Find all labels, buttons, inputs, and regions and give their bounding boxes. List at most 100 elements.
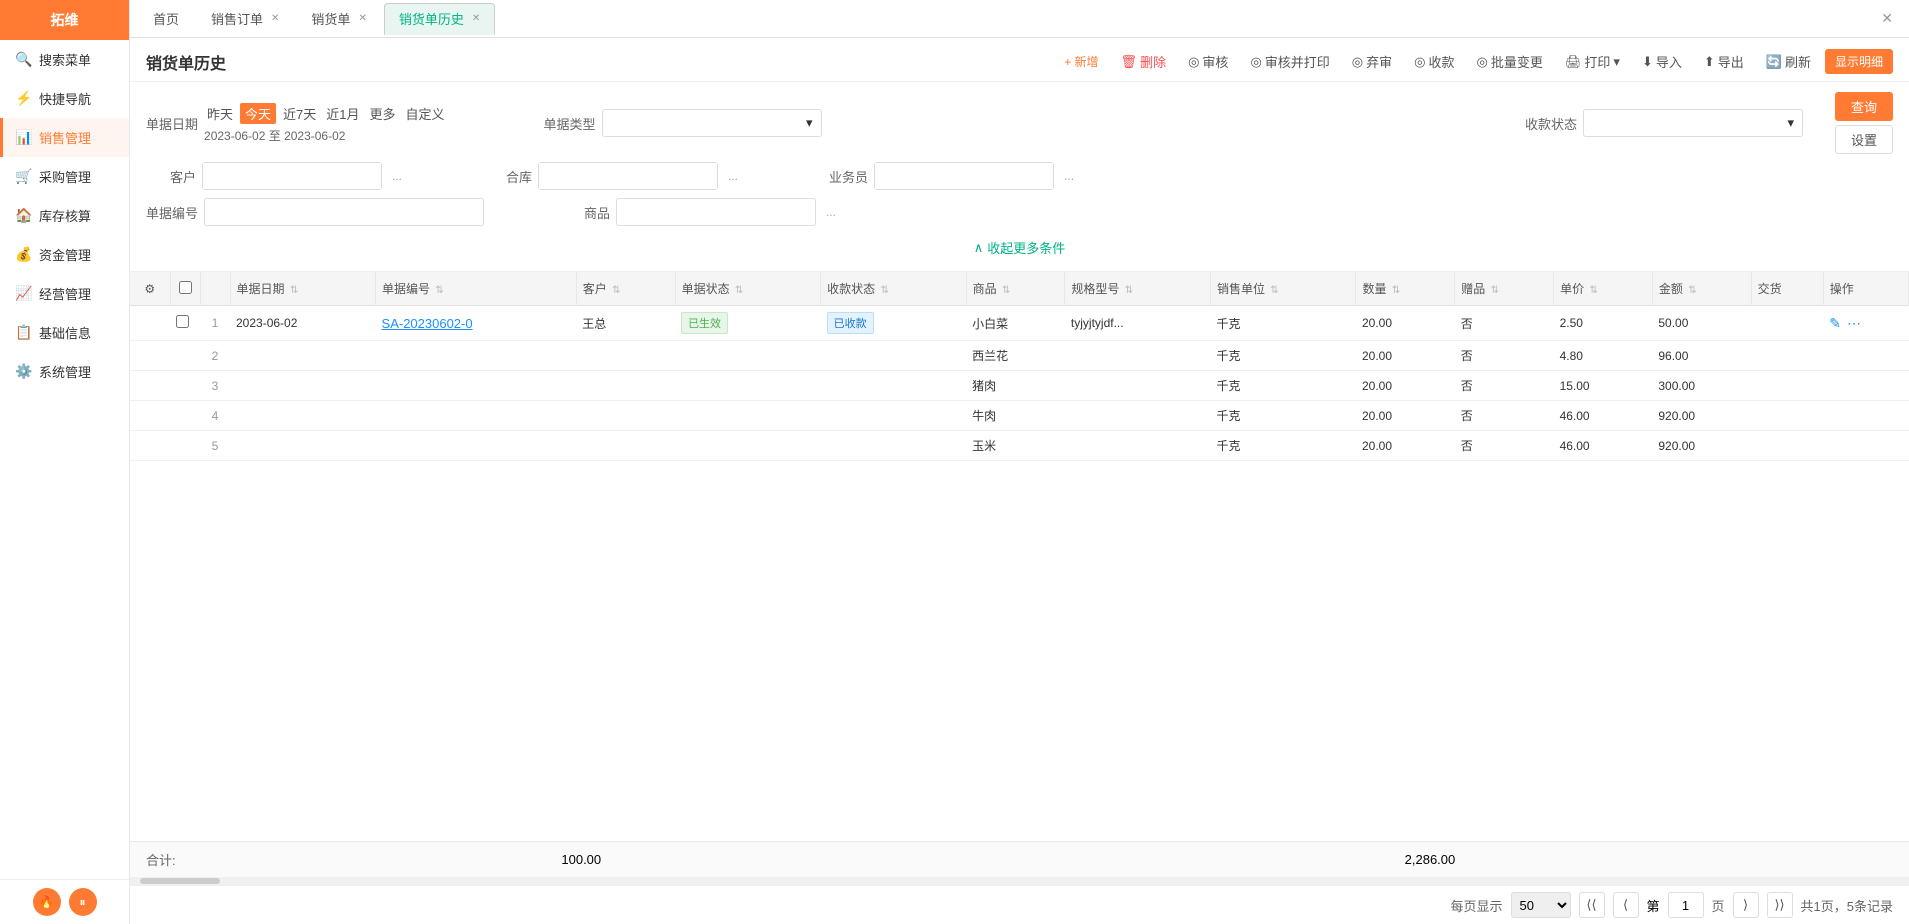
cell-goods: 小白菜 [966,306,1065,341]
refresh-button[interactable]: 🔄 刷新 [1758,48,1819,75]
sidebar-bottom-btn-2[interactable]: ⏸ [69,888,97,916]
th-settings[interactable]: ⚙ [130,272,170,306]
table-wrapper: ⚙ 单据日期 ⇅ 单据编号 ⇅ 客户 ⇅ 单据状态 ⇅ 收款状态 ⇅ 商品 ⇅ … [130,272,1909,841]
edit-icon[interactable]: ✎ [1829,315,1841,332]
total-label: 合计: [146,850,176,869]
scrollbar-row[interactable] [130,877,1909,885]
row-checkbox[interactable] [176,315,189,328]
date-shortcut-更多[interactable]: 更多 [367,103,399,124]
print-button[interactable]: 🖨 打印 ▾ [1557,48,1628,75]
th-spec-type[interactable]: 规格型号 ⇅ [1065,272,1211,306]
cell-checkbox[interactable] [170,431,200,461]
tab-sales-history[interactable]: 销货单历史 ✕ [384,3,495,35]
th-gift[interactable]: 赠品 ⇅ [1455,272,1554,306]
th-checkbox[interactable] [170,272,200,306]
more-icon[interactable]: ⋯ [1847,315,1861,332]
tab-home[interactable]: 首页 [138,3,194,35]
show-detail-button[interactable]: 显示明细 [1825,49,1893,74]
payment-status-select[interactable]: ▾ [1583,109,1803,137]
date-shortcuts-group: 昨天今天近7天近1月更多自定义 2023-06-02 至 2023-06-02 [204,103,448,144]
date-shortcut-近1月[interactable]: 近1月 [323,103,362,124]
scrollbar-thumb[interactable] [140,878,220,884]
cell-checkbox[interactable] [170,306,200,341]
sidebar-label-purchase-mgmt: 采购管理 [39,167,91,186]
prev-page-button[interactable]: ⟨ [1613,892,1639,918]
sidebar-item-quick-nav[interactable]: ⚡快捷导航 [0,79,129,118]
sidebar-item-search-menu[interactable]: 🔍搜索菜单 [0,40,129,79]
sidebar-item-system-mgmt[interactable]: ⚙️系统管理 [0,352,129,391]
collect-button[interactable]: ◎ 收款 [1406,48,1462,75]
goods-ellipsis[interactable]: ... [822,205,840,219]
doc-num-link[interactable]: SA-20230602-0 [382,316,473,331]
batch-change-button[interactable]: ◎ 批量变更 [1469,48,1551,75]
sidebar-item-sales-mgmt[interactable]: 📊销售管理 [0,118,129,157]
customer-input[interactable] [202,162,382,190]
first-page-button[interactable]: ⟨⟨ [1579,892,1605,918]
sort-date-icon: ⇅ [290,285,298,296]
cell-checkbox[interactable] [170,371,200,401]
date-shortcut-自定义[interactable]: 自定义 [403,103,448,124]
sidebar-item-finance-mgmt[interactable]: 💰资金管理 [0,235,129,274]
query-button[interactable]: 查询 [1835,92,1893,121]
collapse-button[interactable]: ∧ 收起更多条件 [146,234,1893,261]
th-sales-unit[interactable]: 销售单位 ⇅ [1210,272,1356,306]
tab-sales-goods[interactable]: 销货单✕ [296,3,381,35]
audit-button[interactable]: ◎ 审核 [1180,48,1236,75]
th-customer[interactable]: 客户 ⇅ [576,272,675,306]
last-page-button[interactable]: ⟩⟩ [1767,892,1793,918]
cell-gift: 否 [1455,306,1554,341]
tab-label-sales-history: 销货单历史 [399,9,464,28]
date-shortcut-昨天[interactable]: 昨天 [204,103,236,124]
date-shortcut-今天[interactable]: 今天 [240,103,276,124]
sidebar-item-basic-info[interactable]: 📋基础信息 [0,313,129,352]
th-pay-status[interactable]: 收款状态 ⇅ [821,272,967,306]
customer-ellipsis[interactable]: ... [388,169,406,183]
tab-close-sales-order[interactable]: ✕ [271,13,279,24]
th-quantity[interactable]: 数量 ⇅ [1356,272,1455,306]
th-goods[interactable]: 商品 ⇅ [966,272,1065,306]
filter-row-2: 客户 ... 合库 ... 业务员 ... [146,162,1893,190]
th-doc-num[interactable]: 单据编号 ⇅ [376,272,577,306]
tab-close-sales-goods[interactable]: ✕ [358,13,366,24]
cell-transaction [1751,306,1823,341]
tab-bar-close[interactable]: ✕ [1873,10,1901,27]
delete-button[interactable]: 🗑 删除 [1113,48,1175,75]
doc-num-input[interactable] [204,198,484,226]
warehouse-ellipsis[interactable]: ... [724,169,742,183]
sidebar-item-inventory[interactable]: 🏠库存核算 [0,196,129,235]
per-page-select[interactable]: 50 100 200 [1511,892,1571,918]
tab-close-sales-history[interactable]: ✕ [472,13,480,24]
import-button[interactable]: ⬇ 导入 [1634,48,1690,75]
cell-checkbox[interactable] [170,401,200,431]
goods-input[interactable] [616,198,816,226]
salesperson-input[interactable] [874,162,1054,190]
sidebar-item-operations[interactable]: 📈经营管理 [0,274,129,313]
sidebar-bottom-btn-1[interactable]: 🔥 [33,888,61,916]
th-unit-price[interactable]: 单价 ⇅ [1554,272,1653,306]
abandon-button[interactable]: ◎ 弃审 [1344,48,1400,75]
doc-type-select[interactable]: ▾ [602,109,822,137]
select-all-checkbox[interactable] [179,281,192,294]
cell-checkbox[interactable] [170,341,200,371]
tab-sales-order[interactable]: 销售订单✕ [196,3,294,35]
next-page-button[interactable]: ⟩ [1733,892,1759,918]
page-input[interactable] [1668,892,1704,918]
sidebar-item-purchase-mgmt[interactable]: 🛒采购管理 [0,157,129,196]
print-icon: 🖨 [1565,54,1582,70]
audit-print-button[interactable]: ◎ 审核并打印 [1242,48,1337,75]
export-button[interactable]: ⬆ 导出 [1696,48,1752,75]
new-button[interactable]: + 新增 [1056,49,1106,74]
cell-unitprice: 2.50 [1554,306,1653,341]
th-doc-status[interactable]: 单据状态 ⇅ [675,272,821,306]
date-shortcut-近7天[interactable]: 近7天 [280,103,319,124]
cell-salesunit: 千克 [1210,401,1356,431]
cell-rownum: 1 [200,306,230,341]
th-date[interactable]: 单据日期 ⇅ [230,272,376,306]
settings-button[interactable]: 设置 [1835,125,1893,154]
salesperson-ellipsis[interactable]: ... [1060,169,1078,183]
sidebar-bottom: 🔥 ⏸ [0,879,129,924]
warehouse-input[interactable] [538,162,718,190]
cell-quantity: 20.00 [1356,341,1455,371]
th-amount[interactable]: 金额 ⇅ [1652,272,1751,306]
filter-row-3: 单据编号 商品 ... [146,198,1893,226]
